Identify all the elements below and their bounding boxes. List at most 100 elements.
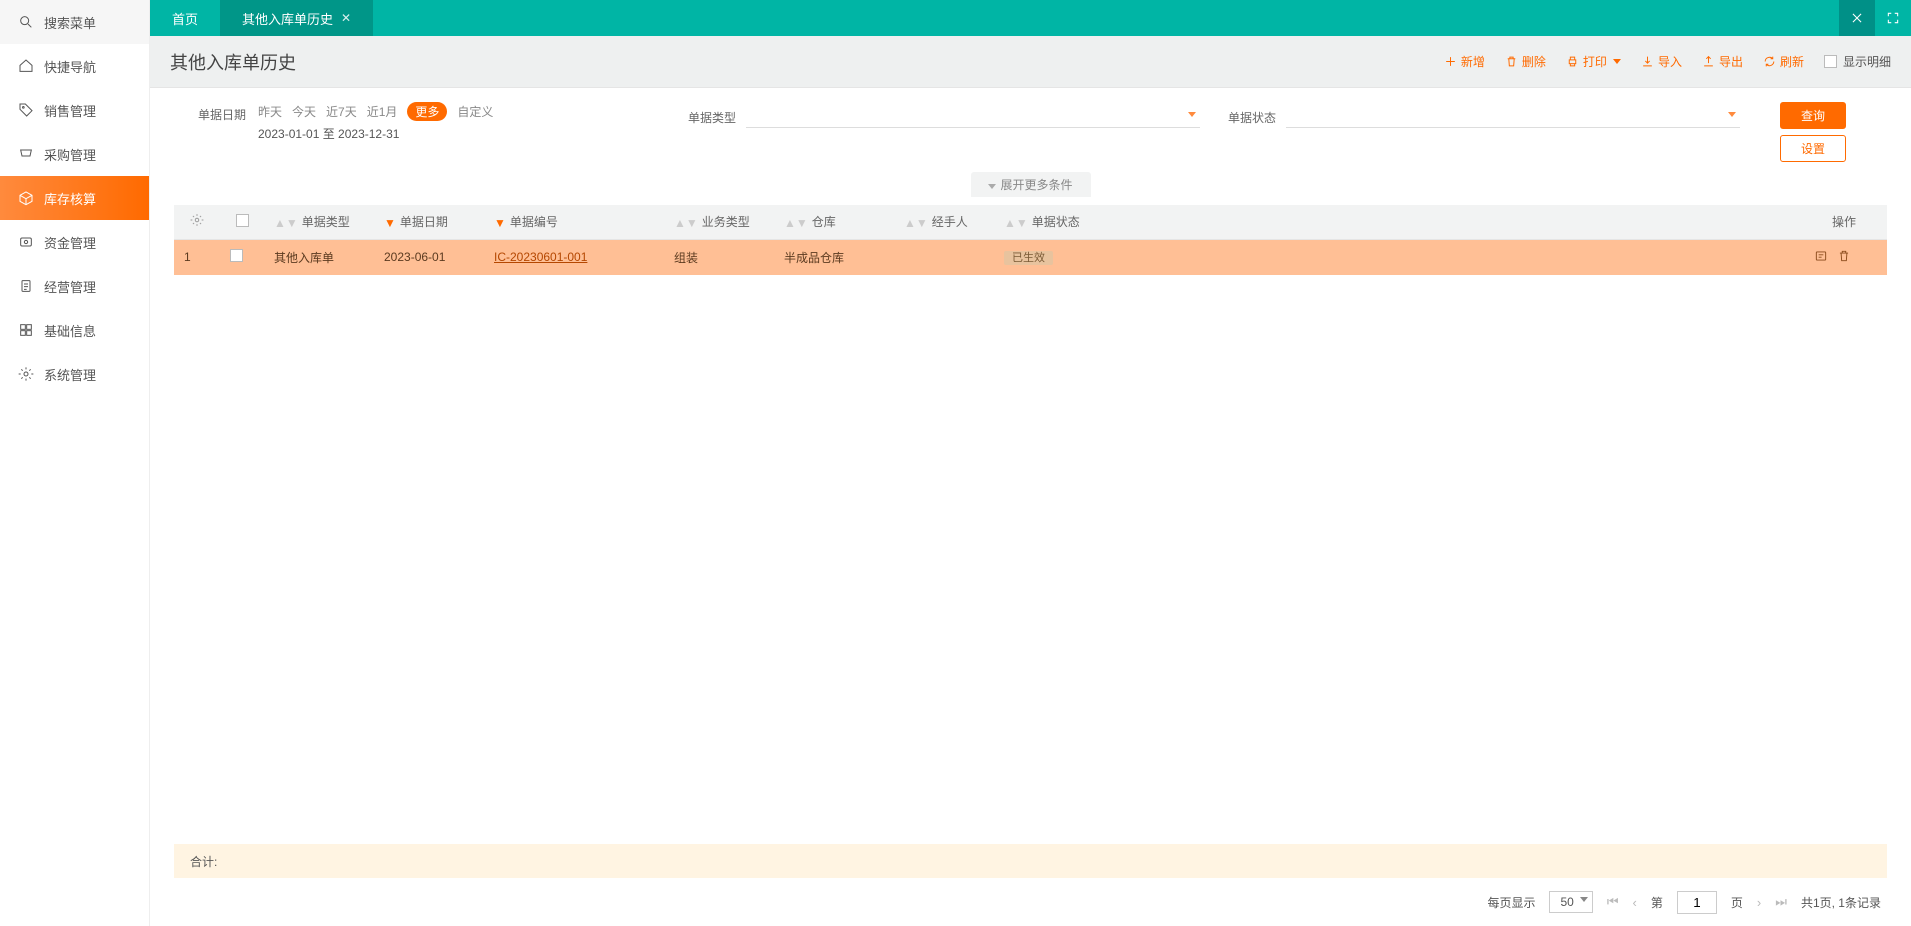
select-all-checkbox[interactable] <box>236 214 249 227</box>
chevron-down-icon <box>1613 59 1621 64</box>
cell-handler <box>894 239 994 275</box>
column-settings-icon[interactable] <box>190 216 204 230</box>
date-opt-more[interactable]: 更多 <box>407 102 447 121</box>
sidebar-item-quicknav[interactable]: 快捷导航 <box>0 44 149 88</box>
sidebar-label: 采购管理 <box>44 145 96 164</box>
tab-label: 其他入库单历史 <box>242 9 333 28</box>
import-button[interactable]: 导入 <box>1641 53 1682 70</box>
page-next-icon[interactable]: › <box>1757 895 1761 910</box>
sidebar-label: 经营管理 <box>44 277 96 296</box>
btn-label: 刷新 <box>1780 53 1804 70</box>
doc-status-select[interactable] <box>1286 102 1740 128</box>
page-total: 共1页, 1条记录 <box>1801 894 1881 911</box>
export-icon <box>1702 55 1715 68</box>
date-opt-1m[interactable]: 近1月 <box>367 103 398 120</box>
page-last-icon[interactable]: ⏭ <box>1775 894 1787 910</box>
settings-button[interactable]: 设置 <box>1780 135 1846 162</box>
tabbar-close-button[interactable] <box>1839 0 1875 36</box>
col-status[interactable]: ▲▼单据状态 <box>994 205 1801 239</box>
col-handler[interactable]: ▲▼经手人 <box>894 205 994 239</box>
summary-label: 合计: <box>190 853 217 870</box>
expand-label: 展开更多条件 <box>1000 178 1072 192</box>
summary-bar: 合计: <box>174 844 1887 878</box>
sidebar-item-system[interactable]: 系统管理 <box>0 352 149 396</box>
sidebar-item-operation[interactable]: 经营管理 <box>0 264 149 308</box>
col-doc-type[interactable]: ▲▼单据类型 <box>264 205 374 239</box>
delete-button[interactable]: 删除 <box>1505 53 1546 70</box>
date-opt-yesterday[interactable]: 昨天 <box>258 103 282 120</box>
filters: 单据日期 昨天 今天 近7天 近1月 更多 自定义 2023-01-01 至 2… <box>150 88 1911 197</box>
table-row[interactable]: 1 其他入库单 2023-06-01 IC-20230601-001 组装 半成… <box>174 239 1887 275</box>
print-icon <box>1566 55 1579 68</box>
filter-label-doctype: 单据类型 <box>680 105 736 126</box>
btn-label: 删除 <box>1522 53 1546 70</box>
sidebar-label: 库存核算 <box>44 189 96 208</box>
grid-icon <box>18 322 34 338</box>
refresh-icon <box>1763 55 1776 68</box>
row-checkbox[interactable] <box>230 249 243 262</box>
col-warehouse[interactable]: ▲▼仓库 <box>774 205 894 239</box>
expand-conditions[interactable]: 展开更多条件 <box>971 172 1091 197</box>
chevron-down-icon <box>1188 112 1196 117</box>
page-suffix: 页 <box>1731 894 1743 911</box>
show-detail-checkbox[interactable]: 显示明细 <box>1824 53 1891 70</box>
btn-label: 导出 <box>1719 53 1743 70</box>
print-button[interactable]: 打印 <box>1566 53 1621 70</box>
doc-type-select[interactable] <box>746 102 1200 128</box>
sidebar: 搜索菜单 快捷导航 销售管理 采购管理 库存核算 资金管理 经营管理 基础信息 <box>0 0 150 926</box>
query-button[interactable]: 查询 <box>1780 102 1846 129</box>
checkbox-icon <box>1824 55 1837 68</box>
sidebar-label: 资金管理 <box>44 233 96 252</box>
date-opt-today[interactable]: 今天 <box>292 103 316 120</box>
date-opt-custom[interactable]: 自定义 <box>457 103 493 120</box>
btn-label: 导入 <box>1658 53 1682 70</box>
sidebar-item-inventory[interactable]: 库存核算 <box>0 176 149 220</box>
tabbar-fullscreen-button[interactable] <box>1875 0 1911 36</box>
col-doc-num[interactable]: ▼单据编号 <box>484 205 664 239</box>
pager: 每页显示 50 ⏮ ‹ 第 页 › ⏭ 共1页, 1条记录 <box>150 878 1911 926</box>
tab-other-inbound-history[interactable]: 其他入库单历史 ✕ <box>220 0 373 36</box>
sidebar-item-basedata[interactable]: 基础信息 <box>0 308 149 352</box>
page-prefix: 第 <box>1651 894 1663 911</box>
clipboard-icon <box>18 278 34 294</box>
export-button[interactable]: 导出 <box>1702 53 1743 70</box>
col-ops: 操作 <box>1801 205 1887 239</box>
tab-close-icon[interactable]: ✕ <box>341 11 351 25</box>
money-icon <box>18 234 34 250</box>
refresh-button[interactable]: 刷新 <box>1763 53 1804 70</box>
gear-icon <box>18 366 34 382</box>
btn-label: 新增 <box>1461 53 1485 70</box>
trash-icon <box>1505 55 1518 68</box>
search-icon <box>18 14 34 30</box>
doc-number-link[interactable]: IC-20230601-001 <box>494 250 587 264</box>
status-badge: 已生效 <box>1004 251 1053 265</box>
row-delete-icon[interactable] <box>1837 249 1851 263</box>
sidebar-label: 快捷导航 <box>44 57 96 76</box>
tab-home[interactable]: 首页 <box>150 0 220 36</box>
sidebar-item-purchase[interactable]: 采购管理 <box>0 132 149 176</box>
page-title: 其他入库单历史 <box>170 49 1444 75</box>
page-input[interactable] <box>1677 891 1717 914</box>
sidebar-item-finance[interactable]: 资金管理 <box>0 220 149 264</box>
cell-warehouse: 半成品仓库 <box>774 239 894 275</box>
row-view-icon[interactable] <box>1814 249 1828 263</box>
date-opt-7d[interactable]: 近7天 <box>326 103 357 120</box>
main: 首页 其他入库单历史 ✕ 其他入库单历史 新增 删除 打印 导入 导出 刷新 显… <box>150 0 1911 926</box>
add-button[interactable]: 新增 <box>1444 53 1485 70</box>
page-prev-icon[interactable]: ‹ <box>1633 895 1637 910</box>
per-page-select[interactable]: 50 <box>1549 891 1592 913</box>
cell-doc-type: 其他入库单 <box>264 239 374 275</box>
sidebar-item-search[interactable]: 搜索菜单 <box>0 0 149 44</box>
col-biz-type[interactable]: ▲▼业务类型 <box>664 205 774 239</box>
sidebar-label: 搜索菜单 <box>44 13 96 32</box>
page-first-icon[interactable]: ⏮ <box>1607 894 1619 910</box>
home-icon <box>18 58 34 74</box>
col-doc-date[interactable]: ▼单据日期 <box>374 205 484 239</box>
row-index: 1 <box>174 239 220 275</box>
cart-icon <box>18 146 34 162</box>
chevron-down-icon <box>1580 897 1588 902</box>
import-icon <box>1641 55 1654 68</box>
checkbox-label: 显示明细 <box>1843 53 1891 70</box>
sidebar-item-sales[interactable]: 销售管理 <box>0 88 149 132</box>
per-page-label: 每页显示 <box>1487 894 1535 911</box>
